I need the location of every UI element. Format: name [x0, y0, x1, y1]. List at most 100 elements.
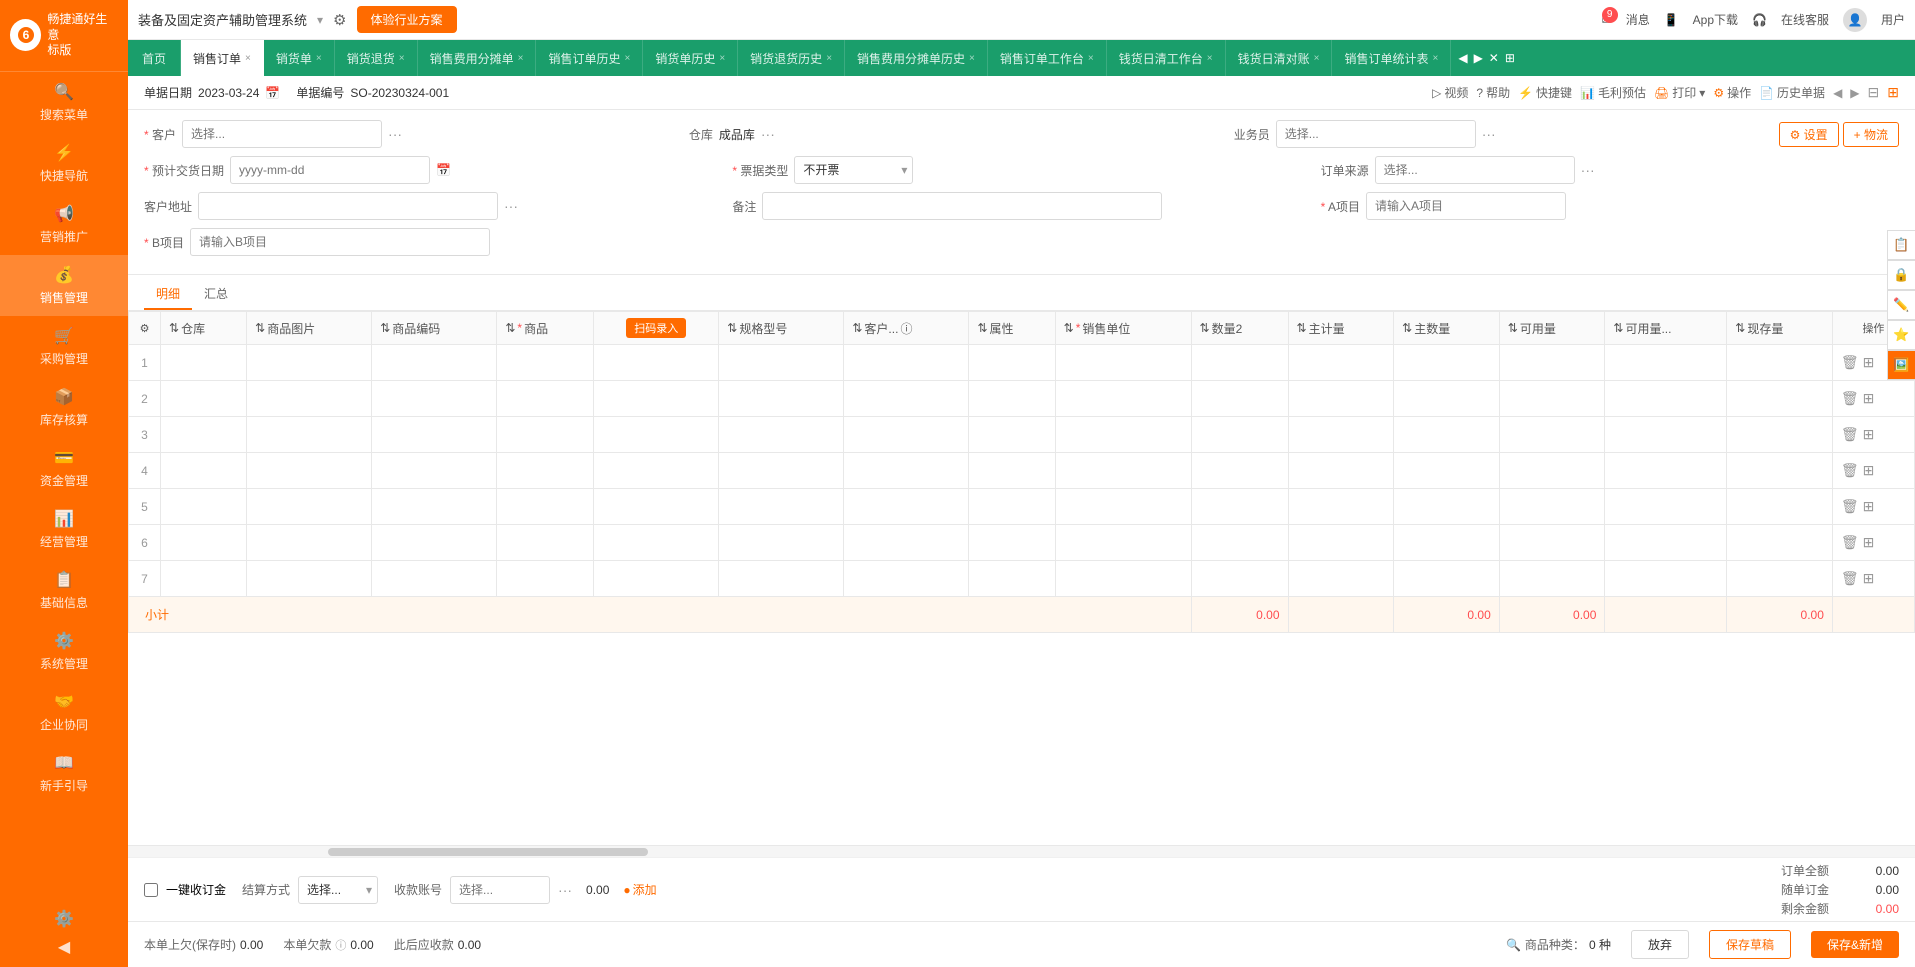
- print-arrow[interactable]: ▾: [1699, 86, 1705, 100]
- source-dots[interactable]: ···: [1581, 162, 1595, 178]
- delete-row-icon[interactable]: 🗑: [1841, 390, 1859, 407]
- rfp-btn-5[interactable]: 🖼️: [1887, 350, 1915, 380]
- app-download-label[interactable]: App下载: [1693, 11, 1738, 28]
- cell-current[interactable]: [1727, 345, 1833, 381]
- calendar2-icon[interactable]: 📅: [436, 163, 451, 177]
- invoice-select[interactable]: 不开票 增值税普通发票 增值税专用发票: [794, 156, 913, 184]
- copy-row-icon[interactable]: ⊞: [1863, 354, 1875, 371]
- industry-btn[interactable]: 体验行业方案: [357, 6, 457, 33]
- list-view-icon[interactable]: ⊞: [1887, 84, 1899, 101]
- sidebar-item-basic[interactable]: 📋 基础信息: [0, 560, 128, 621]
- copy-row-icon[interactable]: ⊞: [1863, 426, 1875, 443]
- delete-row-icon[interactable]: 🗑: [1841, 534, 1859, 551]
- dropdown-arrow[interactable]: ▾: [317, 13, 323, 27]
- account-input[interactable]: [450, 876, 550, 904]
- save-new-button[interactable]: 保存&新增: [1811, 931, 1899, 958]
- method-select[interactable]: 选择...: [298, 876, 378, 904]
- copy-row-icon[interactable]: ⊞: [1863, 534, 1875, 551]
- scroll-row[interactable]: [128, 845, 1915, 857]
- cell-code[interactable]: [372, 345, 497, 381]
- print-btn[interactable]: 🖨 打印 ▾: [1654, 84, 1705, 101]
- logistics-btn[interactable]: + 物流: [1843, 122, 1899, 147]
- close-tab-icon[interactable]: ×: [399, 53, 405, 64]
- cell-product[interactable]: [497, 345, 594, 381]
- nav-prev[interactable]: ◀: [1833, 86, 1842, 100]
- tab-fee-split[interactable]: 销售费用分摊单 ×: [418, 40, 537, 76]
- cell-main-unit[interactable]: [1288, 345, 1394, 381]
- delivery-input[interactable]: [230, 156, 430, 184]
- tab-order-workbench[interactable]: 销售订单工作台 ×: [988, 40, 1107, 76]
- view-btn[interactable]: ▷ 视频: [1432, 84, 1468, 101]
- cell-warehouse[interactable]: [161, 345, 247, 381]
- tab-slip-history[interactable]: 销货单历史 ×: [643, 40, 738, 76]
- quick-deposit-checkbox[interactable]: [144, 883, 158, 897]
- sidebar-item-quicknav[interactable]: ⚡ 快捷导航: [0, 133, 128, 194]
- close-tab-icon[interactable]: ×: [624, 53, 630, 64]
- sidebar-item-inventory[interactable]: 📦 库存核算: [0, 377, 128, 438]
- sidebar-item-enterprise[interactable]: 🤝 企业协同: [0, 682, 128, 743]
- save-draft-button[interactable]: 保存草稿: [1709, 930, 1791, 959]
- settings-bottom-icon[interactable]: ⚙️: [54, 909, 74, 929]
- address-input[interactable]: [198, 192, 498, 220]
- staff-dots[interactable]: ···: [1482, 126, 1496, 142]
- delete-row-icon[interactable]: 🗑: [1841, 570, 1859, 587]
- th-gear[interactable]: ⚙: [129, 312, 161, 345]
- collapse-icon[interactable]: ◀: [58, 937, 70, 957]
- sidebar-item-operations[interactable]: 📊 经营管理: [0, 499, 128, 560]
- cell-unit[interactable]: [1055, 345, 1191, 381]
- message-icon-wrap[interactable]: ✉ 9: [1602, 13, 1612, 27]
- next-tab-arrow[interactable]: ▶: [1471, 51, 1486, 65]
- sidebar-item-search[interactable]: 🔍 搜索菜单: [0, 72, 128, 133]
- nav-next[interactable]: ▶: [1850, 86, 1859, 100]
- tab-detail[interactable]: 明细: [144, 279, 192, 310]
- close-tab-icon[interactable]: ×: [1314, 53, 1320, 64]
- tab-home[interactable]: 首页: [128, 40, 181, 76]
- copy-row-icon[interactable]: ⊞: [1863, 570, 1875, 587]
- cell-avail2[interactable]: [1605, 345, 1727, 381]
- sidebar-item-guide[interactable]: 📖 新手引导: [0, 743, 128, 804]
- staff-input[interactable]: [1276, 120, 1476, 148]
- copy-row-icon[interactable]: ⊞: [1863, 390, 1875, 407]
- scan-btn[interactable]: 扫码录入: [626, 318, 686, 338]
- close-tab-icon[interactable]: ×: [826, 53, 832, 64]
- sidebar-item-system[interactable]: ⚙️ 系统管理: [0, 621, 128, 682]
- close-tab-icon[interactable]: ×: [518, 53, 524, 64]
- delete-row-icon[interactable]: 🗑: [1841, 462, 1859, 479]
- discard-button[interactable]: 放弃: [1631, 930, 1689, 959]
- tab-daily-workbench[interactable]: 钱货日清工作台 ×: [1107, 40, 1226, 76]
- operation-btn[interactable]: ⚙ 操作: [1713, 84, 1751, 101]
- user-label[interactable]: 用户: [1881, 11, 1905, 28]
- cell-spec[interactable]: [719, 345, 844, 381]
- expand-tabs[interactable]: ⊞: [1502, 51, 1518, 65]
- rfp-btn-1[interactable]: 📋: [1887, 230, 1915, 260]
- delete-row-icon[interactable]: 🗑: [1841, 354, 1859, 371]
- sidebar-item-marketing[interactable]: 📢 营销推广: [0, 194, 128, 255]
- tab-sales-order[interactable]: 销售订单 ×: [181, 40, 264, 76]
- profit-btn[interactable]: 📊 毛利预估: [1580, 84, 1646, 101]
- close-all-tabs[interactable]: ✕: [1486, 51, 1502, 65]
- customer-input[interactable]: [182, 120, 382, 148]
- cell-avail[interactable]: [1499, 345, 1605, 381]
- warehouse-dots[interactable]: ···: [761, 126, 775, 142]
- copy-row-icon[interactable]: ⊞: [1863, 498, 1875, 515]
- sidebar-item-purchase[interactable]: 🛒 采购管理: [0, 316, 128, 377]
- sidebar-item-finance[interactable]: 💳 资金管理: [0, 438, 128, 499]
- calendar-icon[interactable]: 📅: [265, 86, 280, 100]
- add-link[interactable]: ● 添加: [623, 881, 656, 898]
- rfp-btn-2[interactable]: 🔒: [1887, 260, 1915, 290]
- message-label[interactable]: 消息: [1626, 11, 1650, 28]
- a-project-input[interactable]: [1366, 192, 1566, 220]
- settings-icon[interactable]: ⚙: [333, 11, 346, 29]
- tab-sales-return[interactable]: 销货退货 ×: [335, 40, 418, 76]
- close-tab-icon[interactable]: ×: [1432, 53, 1438, 64]
- close-tab-icon[interactable]: ×: [1207, 53, 1213, 64]
- shortcut-btn[interactable]: ⚡ 快捷键: [1518, 84, 1572, 101]
- rfp-btn-4[interactable]: ⭐: [1887, 320, 1915, 350]
- rfp-btn-3[interactable]: ✏️: [1887, 290, 1915, 320]
- tab-daily-reconcile[interactable]: 钱货日清对账 ×: [1226, 40, 1333, 76]
- tab-return-history[interactable]: 销货退货历史 ×: [738, 40, 845, 76]
- close-tab-icon[interactable]: ×: [245, 53, 251, 64]
- prev-tab-arrow[interactable]: ◀: [1455, 51, 1470, 65]
- remark-input[interactable]: [762, 192, 1162, 220]
- grid-view-icon[interactable]: ⊟: [1868, 84, 1880, 101]
